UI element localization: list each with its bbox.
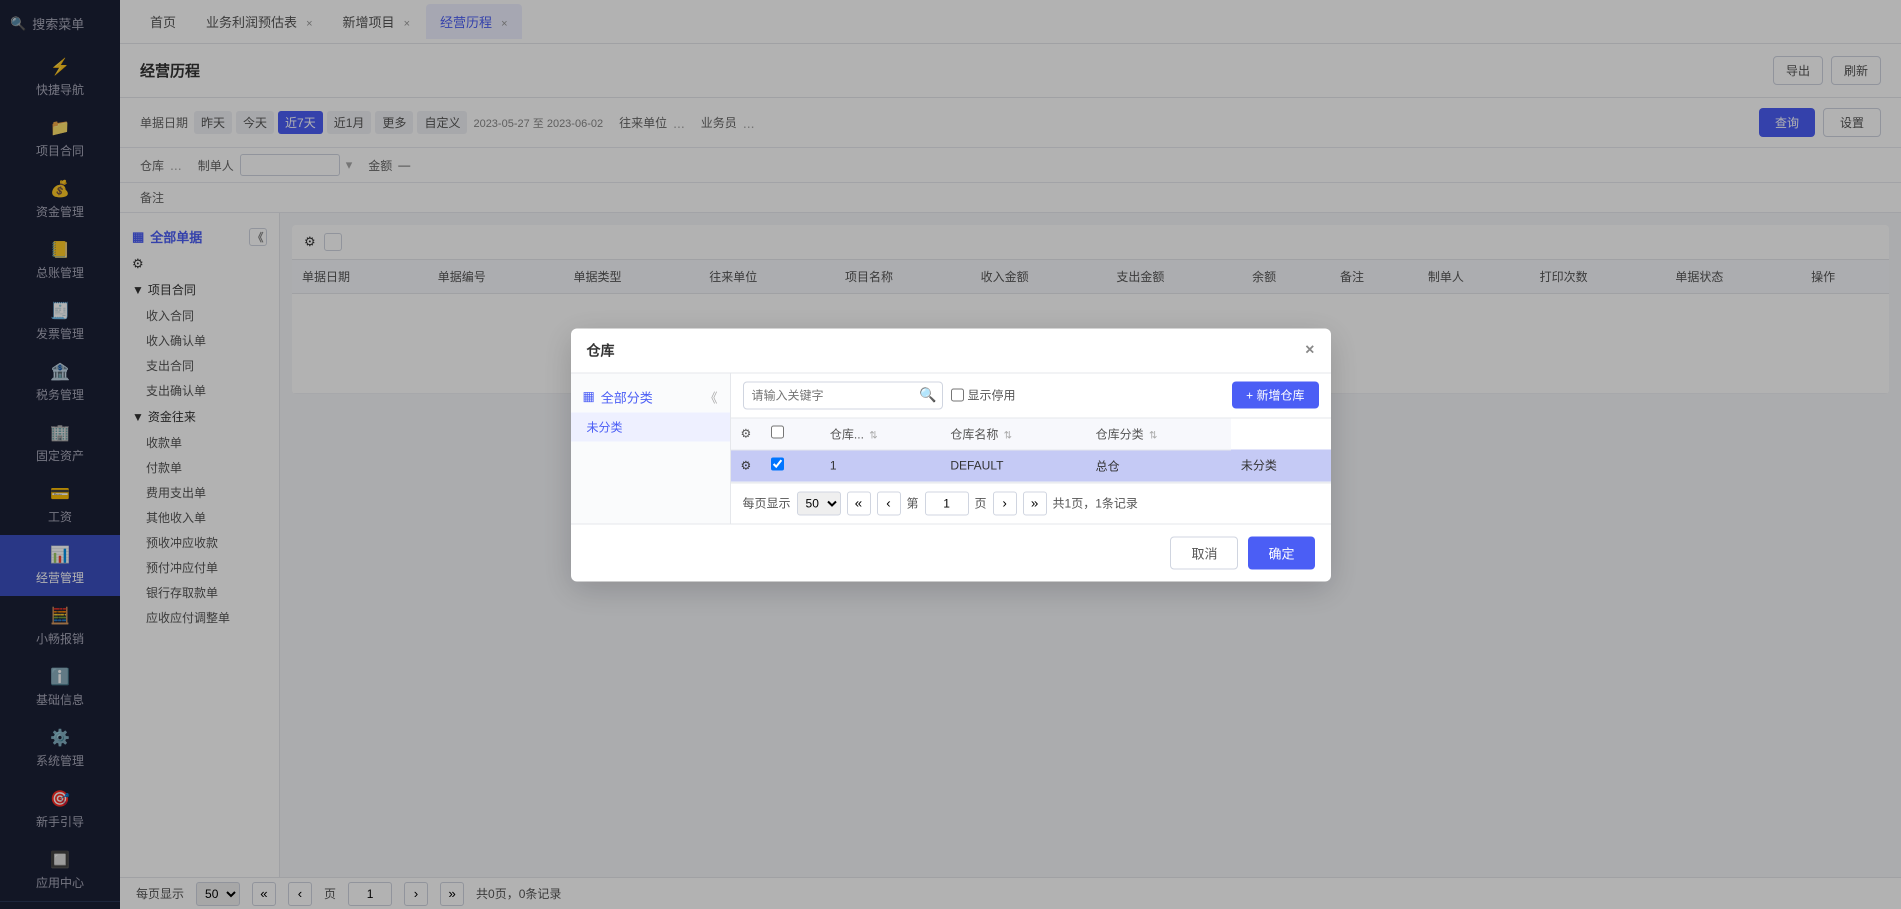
cat-grid-icon: ▦: [583, 389, 595, 405]
col-code-label: 仓库...: [830, 427, 864, 441]
col-name-label: 仓库名称: [950, 427, 998, 441]
dialog-toolbar: 🔍 显示停用 + 新增仓库: [731, 373, 1331, 418]
show-disabled-checkbox[interactable]: [951, 389, 964, 402]
dialog-row-0[interactable]: ⚙ 1 DEFAULT 总仓 未分类: [731, 450, 1331, 482]
dialog-table-body: ⚙ 1 DEFAULT 总仓 未分类: [731, 450, 1331, 482]
row-gear-0: ⚙: [731, 450, 762, 482]
category-panel: ▦ 全部分类 《 未分类: [571, 373, 731, 523]
row-checkbox-0[interactable]: [761, 450, 820, 482]
cancel-button[interactable]: 取消: [1170, 536, 1238, 569]
dialog-search-button[interactable]: 🔍: [919, 387, 936, 404]
dialog-table: ⚙ 仓库... ⇅ 仓库名称 ⇅: [731, 418, 1331, 482]
dialog-total-label: 共1页，1条记录: [1053, 495, 1138, 512]
dialog-first-btn[interactable]: «: [847, 491, 871, 515]
row-code-0: DEFAULT: [940, 450, 1085, 482]
row-check-0[interactable]: [771, 458, 784, 471]
col-checkbox: [761, 418, 820, 450]
dialog-per-page-select[interactable]: 50: [797, 491, 841, 515]
dialog-body: ▦ 全部分类 《 未分类 🔍 显示停用 + 新增仓库: [571, 373, 1331, 523]
cat-item-0[interactable]: 未分类: [571, 412, 730, 441]
row-index-0: 1: [820, 450, 940, 482]
dialog-next-btn[interactable]: ›: [993, 491, 1017, 515]
dialog-page-suffix: 页: [975, 495, 987, 512]
dialog-page-prefix: 第: [907, 495, 919, 512]
dialog-footer: 取消 确定: [571, 523, 1331, 581]
dialog-prev-btn[interactable]: ‹: [877, 491, 901, 515]
dialog-page-input[interactable]: [925, 491, 969, 515]
dialog-close-icon[interactable]: ×: [1305, 341, 1314, 359]
cat-collapse-icon[interactable]: 《: [704, 387, 717, 406]
col-code[interactable]: 仓库... ⇅: [820, 418, 940, 450]
dialog-title: 仓库: [587, 340, 615, 360]
dialog-search-wrap: 🔍: [743, 381, 943, 409]
select-all-checkbox[interactable]: [771, 426, 784, 439]
dialog-search-input[interactable]: [743, 381, 943, 409]
dialog-header: 仓库 ×: [571, 328, 1331, 373]
dialog-table-panel: 🔍 显示停用 + 新增仓库 ⚙: [731, 373, 1331, 523]
col-category-label: 仓库分类: [1096, 427, 1144, 441]
col-gear: ⚙: [731, 418, 762, 450]
dialog-last-btn[interactable]: »: [1023, 491, 1047, 515]
col-category[interactable]: 仓库分类 ⇅: [1086, 418, 1231, 450]
sort-icon-code: ⇅: [869, 430, 877, 441]
row-category-0: 未分类: [1231, 450, 1331, 482]
cat-panel-header[interactable]: ▦ 全部分类 《: [571, 381, 730, 412]
dialog-per-page-label: 每页显示: [743, 495, 791, 512]
confirm-button[interactable]: 确定: [1248, 536, 1314, 569]
show-disabled-label[interactable]: 显示停用: [951, 387, 1016, 404]
add-warehouse-button[interactable]: + 新增仓库: [1232, 382, 1318, 409]
sort-icon-name: ⇅: [1004, 430, 1012, 441]
warehouse-dialog: 仓库 × ▦ 全部分类 《 未分类 🔍 显示停用 +: [571, 328, 1331, 581]
sort-icon-category: ⇅: [1149, 430, 1157, 441]
dialog-table-wrap: ⚙ 仓库... ⇅ 仓库名称 ⇅: [731, 418, 1331, 482]
col-name[interactable]: 仓库名称 ⇅: [940, 418, 1085, 450]
dialog-pagination: 每页显示 50 « ‹ 第 页 › » 共1页，1条记录: [731, 482, 1331, 523]
row-name-0: 总仓: [1086, 450, 1231, 482]
show-disabled-text: 显示停用: [968, 387, 1016, 404]
cat-items: 未分类: [571, 412, 730, 441]
dialog-table-head: ⚙ 仓库... ⇅ 仓库名称 ⇅: [731, 418, 1331, 450]
cat-header-label: 全部分类: [601, 387, 653, 406]
